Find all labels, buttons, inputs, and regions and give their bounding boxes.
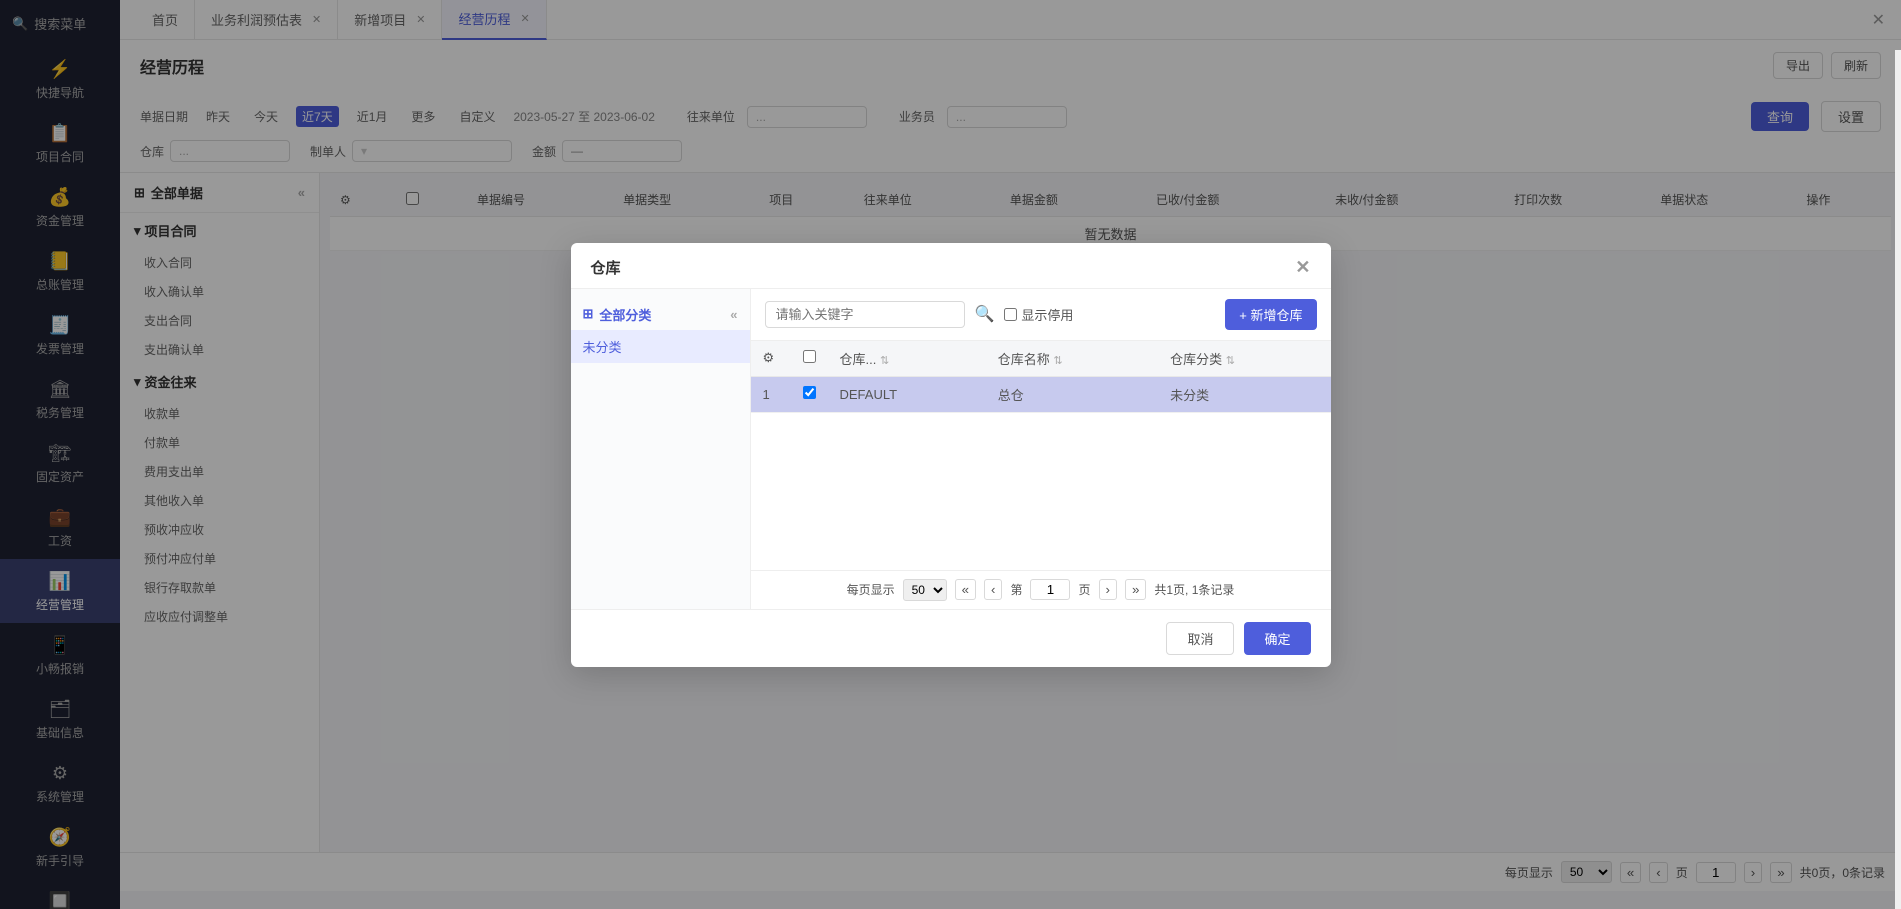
sort-icon-name[interactable]: ⇅	[1053, 355, 1062, 367]
modal-page-size-label: 每页显示	[847, 581, 895, 598]
modal-table-row[interactable]: 1 DEFAULT 总仓 未分类	[751, 376, 1331, 412]
modal-row-code: DEFAULT	[828, 376, 986, 412]
show-disabled-label[interactable]: 显示停用	[1004, 305, 1073, 324]
modal-tree: ⊞ 全部分类 « 未分类	[571, 289, 751, 609]
modal-select-all[interactable]	[803, 350, 816, 363]
modal-col-checkbox[interactable]	[791, 341, 828, 377]
modal-page-prev-btn[interactable]: ‹	[984, 579, 1002, 600]
modal-warehouse: 仓库 ✕ ⊞ 全部分类 « 未分类	[571, 243, 1331, 667]
modal-title: 仓库	[591, 257, 621, 278]
grid-icon-modal: ⊞	[583, 306, 594, 322]
modal-col-code: 仓库... ⇅	[828, 341, 986, 377]
show-disabled-checkbox[interactable]	[1004, 308, 1017, 321]
modal-search-input[interactable]	[765, 301, 965, 328]
modal-close-btn[interactable]: ✕	[1295, 257, 1310, 278]
modal-col-category: 仓库分类 ⇅	[1158, 341, 1330, 377]
modal-row-num: 1	[751, 376, 791, 412]
modal-header: 仓库 ✕	[571, 243, 1331, 289]
collapse-modal-icon[interactable]: «	[730, 307, 737, 322]
modal-col-name: 仓库名称 ⇅	[986, 341, 1158, 377]
modal-page-next-btn[interactable]: ›	[1099, 579, 1117, 600]
modal-total-info: 共1页, 1条记录	[1154, 581, 1234, 598]
modal-tree-unclassified-label: 未分类	[583, 340, 622, 355]
modal-col-settings[interactable]: ⚙	[751, 341, 791, 377]
modal-cancel-button[interactable]: 取消	[1166, 622, 1234, 655]
modal-tree-all[interactable]: ⊞ 全部分类 «	[571, 299, 750, 330]
modal-page-suffix: 页	[1078, 581, 1090, 598]
modal-page-last-btn[interactable]: »	[1125, 579, 1146, 600]
modal-row-checkbox[interactable]	[791, 376, 828, 412]
modal-row-category: 未分类	[1158, 376, 1330, 412]
modal-toolbar: 🔍 显示停用 + 新增仓库	[751, 289, 1331, 341]
modal-body: ⊞ 全部分类 « 未分类 🔍 显示停用	[571, 289, 1331, 609]
sort-icon-category[interactable]: ⇅	[1226, 355, 1235, 367]
modal-table: ⚙ 仓库... ⇅ 仓库名称 ⇅ 仓库分类 ⇅ 1 DEFA	[751, 341, 1331, 570]
modal-search-button[interactable]: 🔍	[975, 304, 995, 324]
modal-pagination: 每页显示 50 « ‹ 第 页 › » 共1页, 1条记录	[751, 570, 1331, 609]
modal-page-size-select[interactable]: 50	[903, 579, 947, 601]
modal-content-area: 🔍 显示停用 + 新增仓库 ⚙ 仓库... ⇅	[751, 289, 1331, 609]
modal-page-label: 第	[1010, 581, 1022, 598]
show-disabled-text: 显示停用	[1021, 305, 1073, 324]
add-warehouse-button[interactable]: + 新增仓库	[1225, 299, 1316, 330]
modal-footer: 取消 确定	[571, 609, 1331, 667]
modal-tree-all-label: 全部分类	[599, 305, 651, 324]
modal-page-first-btn[interactable]: «	[955, 579, 976, 600]
modal-row-name: 总仓	[986, 376, 1158, 412]
modal-tree-unclassified[interactable]: 未分类	[571, 330, 750, 363]
modal-confirm-button[interactable]: 确定	[1244, 622, 1310, 655]
modal-overlay[interactable]: 仓库 ✕ ⊞ 全部分类 « 未分类	[0, 0, 1901, 909]
modal-page-input[interactable]	[1030, 579, 1070, 600]
sort-icon-code[interactable]: ⇅	[880, 355, 889, 367]
modal-row-check[interactable]	[803, 386, 816, 399]
